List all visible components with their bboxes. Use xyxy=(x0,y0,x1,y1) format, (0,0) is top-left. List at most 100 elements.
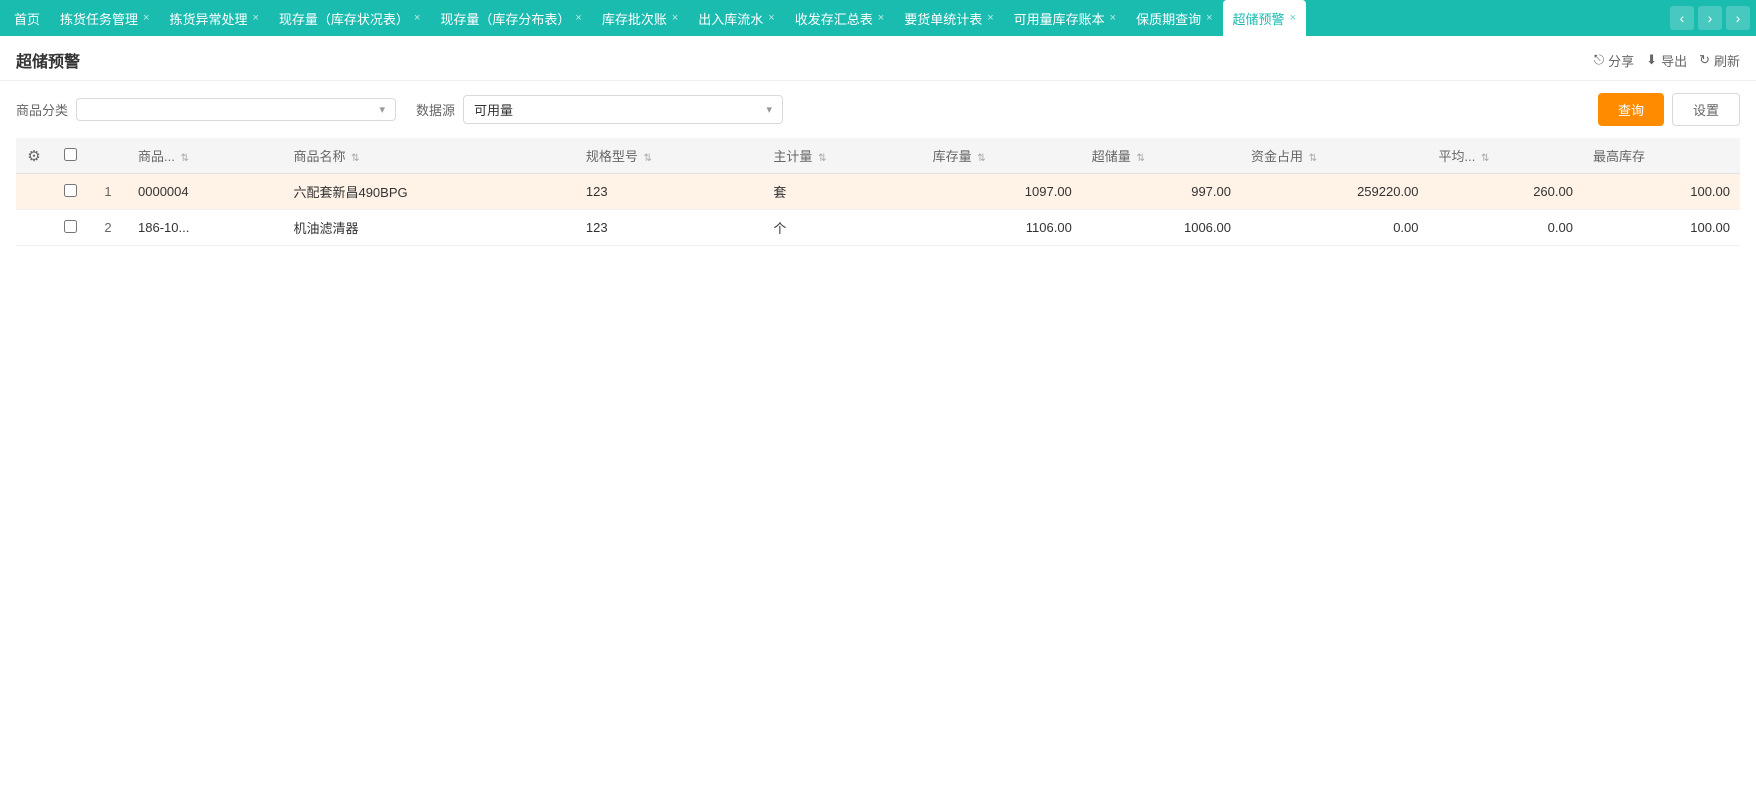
close-icon[interactable]: × xyxy=(575,12,581,24)
datasource-select[interactable]: 可用量 ▾ xyxy=(463,95,783,124)
nav-overstock[interactable]: 超储预警 × xyxy=(1223,0,1306,36)
sort-icon: ⇅ xyxy=(977,153,985,164)
nav-batch[interactable]: 库存批次账 × xyxy=(592,0,688,36)
nav-more-button[interactable]: › xyxy=(1726,6,1750,30)
th-stock[interactable]: 库存量 ⇅ xyxy=(923,138,1082,174)
close-icon[interactable]: × xyxy=(1110,12,1116,24)
nav-prev-button[interactable]: ‹ xyxy=(1670,6,1694,30)
cell-product-name: 六配套新昌490BPG xyxy=(283,174,575,210)
row-number: 2 xyxy=(88,210,128,246)
table-header-row: ⚙ 商品... ⇅ 商品名称 ⇅ 规格型号 ⇅ xyxy=(16,138,1740,174)
sort-icon: ⇅ xyxy=(1481,153,1489,164)
nav-available-stock[interactable]: 可用量库存账本 × xyxy=(1004,0,1126,36)
nav-home[interactable]: 首页 xyxy=(4,0,50,36)
close-icon[interactable]: × xyxy=(143,12,149,24)
cell-unit: 个 xyxy=(763,210,922,246)
gear-icon[interactable]: ⚙ xyxy=(27,148,40,165)
cell-max-stock: 100.00 xyxy=(1583,174,1740,210)
category-filter-group: 商品分类 ▾ xyxy=(16,98,396,121)
close-icon[interactable]: × xyxy=(1290,12,1296,24)
table-row: 1 0000004 六配套新昌490BPG 123 套 1097.00 997.… xyxy=(16,174,1740,210)
cell-max-stock: 100.00 xyxy=(1583,210,1740,246)
th-overstock[interactable]: 超储量 ⇅ xyxy=(1082,138,1241,174)
select-all-checkbox[interactable] xyxy=(64,148,77,161)
cell-product-name: 机油滤清器 xyxy=(283,210,575,246)
cell-overstock: 997.00 xyxy=(1082,174,1241,210)
sort-icon: ⇅ xyxy=(644,153,652,164)
cell-overstock: 1006.00 xyxy=(1082,210,1241,246)
nav-inventory-dist[interactable]: 现存量（库存分布表） × xyxy=(430,0,591,36)
sort-icon: ⇅ xyxy=(351,153,359,164)
export-button[interactable]: ⬇ 导出 xyxy=(1646,51,1687,70)
th-row-num xyxy=(88,138,128,174)
th-checkbox xyxy=(52,138,88,174)
sort-icon: ⇅ xyxy=(180,153,188,164)
close-icon[interactable]: × xyxy=(252,12,258,24)
query-button[interactable]: 查询 xyxy=(1598,93,1664,126)
cell-spec: 123 xyxy=(576,174,764,210)
table-container: ⚙ 商品... ⇅ 商品名称 ⇅ 规格型号 ⇅ xyxy=(0,138,1756,246)
row-number: 1 xyxy=(88,174,128,210)
cell-stock: 1106.00 xyxy=(923,210,1082,246)
close-icon[interactable]: × xyxy=(1206,12,1212,24)
chevron-down-icon: ▾ xyxy=(379,103,385,116)
nav-task-mgmt[interactable]: 拣货任务管理 × xyxy=(50,0,159,36)
close-icon[interactable]: × xyxy=(878,12,884,24)
top-navigation: 首页 拣货任务管理 × 拣货异常处理 × 现存量（库存状况表） × 现存量（库存… xyxy=(0,0,1756,36)
th-spec[interactable]: 规格型号 ⇅ xyxy=(576,138,764,174)
cell-product-code: 0000004 xyxy=(128,174,283,210)
datasource-filter-group: 数据源 可用量 ▾ xyxy=(416,95,783,124)
row-checkbox[interactable] xyxy=(64,220,77,233)
share-icon: ⎋ xyxy=(1594,52,1604,68)
overstock-table: ⚙ 商品... ⇅ 商品名称 ⇅ 规格型号 ⇅ xyxy=(16,138,1740,246)
sort-icon: ⇅ xyxy=(818,153,826,164)
cell-product-code: 186-10... xyxy=(128,210,283,246)
cell-capital: 0.00 xyxy=(1241,210,1429,246)
filter-bar: 商品分类 ▾ 数据源 可用量 ▾ 查询 设置 xyxy=(0,81,1756,138)
cell-capital: 259220.00 xyxy=(1241,174,1429,210)
category-select[interactable]: ▾ xyxy=(76,98,396,121)
chevron-down-icon: ▾ xyxy=(767,103,773,116)
nav-exception[interactable]: 拣货异常处理 × xyxy=(159,0,268,36)
row-settings-cell xyxy=(16,174,52,210)
nav-arrows: ‹ › › xyxy=(1668,6,1752,30)
filter-actions: 查询 设置 xyxy=(1598,93,1740,126)
datasource-label: 数据源 xyxy=(416,100,455,119)
sort-icon: ⇅ xyxy=(1136,153,1144,164)
close-icon[interactable]: × xyxy=(672,12,678,24)
cell-avg: 0.00 xyxy=(1429,210,1583,246)
nav-flow[interactable]: 出入库流水 × xyxy=(688,0,784,36)
table-row: 2 186-10... 机油滤清器 123 个 1106.00 1006.00 … xyxy=(16,210,1740,246)
refresh-button[interactable]: ↻ 刷新 xyxy=(1699,51,1740,70)
page-title: 超储预警 xyxy=(16,48,80,72)
nav-order-stats[interactable]: 要货单统计表 × xyxy=(894,0,1003,36)
cell-spec: 123 xyxy=(576,210,764,246)
sort-icon: ⇅ xyxy=(1309,153,1317,164)
nav-expiry[interactable]: 保质期查询 × xyxy=(1126,0,1222,36)
th-product-code[interactable]: 商品... ⇅ xyxy=(128,138,283,174)
nav-summary[interactable]: 收发存汇总表 × xyxy=(785,0,894,36)
datasource-select-value: 可用量 xyxy=(474,100,758,119)
refresh-icon: ↻ xyxy=(1699,52,1710,68)
cell-unit: 套 xyxy=(763,174,922,210)
settings-button[interactable]: 设置 xyxy=(1672,93,1740,126)
share-button[interactable]: ⎋ 分享 xyxy=(1594,51,1634,70)
nav-next-button[interactable]: › xyxy=(1698,6,1722,30)
th-avg[interactable]: 平均... ⇅ xyxy=(1429,138,1583,174)
nav-inventory-status[interactable]: 现存量（库存状况表） × xyxy=(269,0,430,36)
row-checkbox-cell xyxy=(52,210,88,246)
th-max-stock[interactable]: 最高库存 xyxy=(1583,138,1740,174)
row-checkbox-cell xyxy=(52,174,88,210)
row-checkbox[interactable] xyxy=(64,184,77,197)
th-capital[interactable]: 资金占用 ⇅ xyxy=(1241,138,1429,174)
th-settings: ⚙ xyxy=(16,138,52,174)
th-product-name[interactable]: 商品名称 ⇅ xyxy=(283,138,575,174)
cell-avg: 260.00 xyxy=(1429,174,1583,210)
row-settings-cell xyxy=(16,210,52,246)
header-actions: ⎋ 分享 ⬇ 导出 ↻ 刷新 xyxy=(1594,51,1740,70)
page-header: 超储预警 ⎋ 分享 ⬇ 导出 ↻ 刷新 xyxy=(0,36,1756,81)
close-icon[interactable]: × xyxy=(987,12,993,24)
close-icon[interactable]: × xyxy=(768,12,774,24)
th-unit[interactable]: 主计量 ⇅ xyxy=(763,138,922,174)
close-icon[interactable]: × xyxy=(414,12,420,24)
